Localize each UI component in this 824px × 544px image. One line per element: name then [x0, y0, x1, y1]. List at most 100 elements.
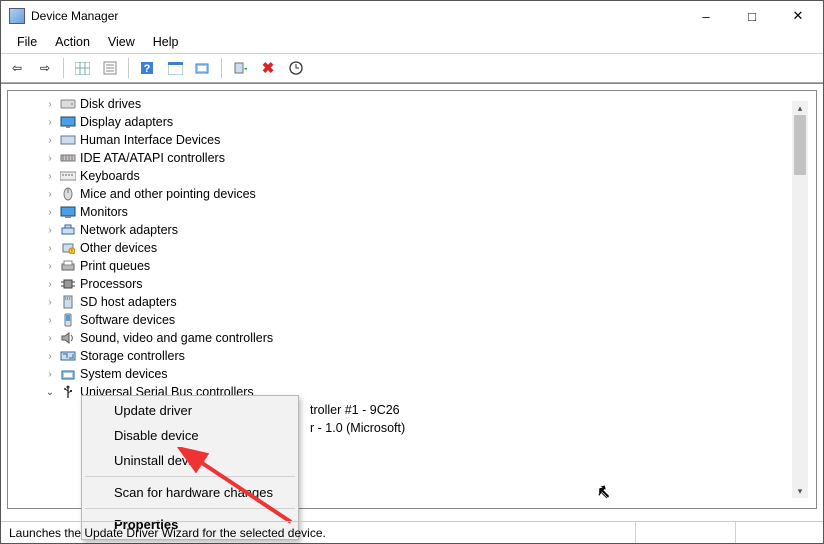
hid-icon	[60, 133, 76, 147]
caret-right-icon[interactable]: ›	[44, 261, 56, 272]
action-button[interactable]	[163, 56, 187, 80]
tree-node[interactable]: ›Disk drives	[10, 95, 814, 113]
sound-icon	[60, 331, 76, 345]
status-cell	[735, 522, 815, 543]
menu-help[interactable]: Help	[145, 33, 187, 51]
uninstall-button[interactable]: ✖	[256, 56, 280, 80]
caret-right-icon[interactable]: ›	[44, 99, 56, 110]
forward-icon: ⇨	[40, 61, 50, 75]
tree-node-label: Processors	[80, 277, 143, 291]
sd-icon	[60, 295, 76, 309]
vertical-scrollbar[interactable]: ▴ ▾	[792, 101, 808, 498]
status-text: Launches the Update Driver Wizard for th…	[9, 526, 326, 540]
tree-node-label: Mice and other pointing devices	[80, 187, 256, 201]
tree-node[interactable]: ›Keyboards	[10, 167, 814, 185]
menu-action[interactable]: Action	[47, 33, 98, 51]
ide-icon	[60, 151, 76, 165]
tree-node[interactable]: › Processors	[10, 275, 814, 293]
tree-node[interactable]: › Mice and other pointing devices	[10, 185, 814, 203]
disk-icon	[60, 97, 76, 111]
properties-icon	[103, 61, 117, 75]
menu-view[interactable]: View	[100, 33, 143, 51]
menu-file[interactable]: File	[9, 33, 45, 51]
cpu-icon	[60, 277, 76, 291]
tree-node-label: Storage controllers	[80, 349, 185, 363]
network-icon	[60, 223, 76, 237]
forward-button[interactable]: ⇨	[33, 56, 57, 80]
caret-right-icon[interactable]: ›	[44, 189, 56, 200]
tree-node[interactable]: › Display adapters	[10, 113, 814, 131]
ctx-uninstall-device[interactable]: Uninstall device	[84, 448, 296, 473]
scroll-up-icon[interactable]: ▴	[792, 101, 808, 115]
window-title: Device Manager	[31, 9, 683, 23]
tree-child-label: r - 1.0 (Microsoft)	[310, 421, 405, 435]
tree-node[interactable]: › Storage controllers	[10, 347, 814, 365]
tree-node-label: Other devices	[80, 241, 157, 255]
scroll-down-icon[interactable]: ▾	[792, 484, 808, 498]
caret-right-icon[interactable]: ›	[44, 171, 56, 182]
back-icon: ⇦	[12, 61, 22, 75]
caret-down-icon[interactable]: ⌄	[44, 387, 56, 398]
statusbar: Launches the Update Driver Wizard for th…	[1, 521, 823, 543]
usb-icon	[60, 385, 76, 399]
properties-button[interactable]	[98, 56, 122, 80]
tree-node[interactable]: › IDE ATA/ATAPI controllers	[10, 149, 814, 167]
caret-right-icon[interactable]: ›	[44, 207, 56, 218]
update-button[interactable]	[284, 56, 308, 80]
caret-right-icon[interactable]: ›	[44, 225, 56, 236]
tree-node-label: Monitors	[80, 205, 128, 219]
ctx-disable-device[interactable]: Disable device	[84, 423, 296, 448]
caret-right-icon[interactable]: ›	[44, 369, 56, 380]
caret-right-icon[interactable]: ›	[44, 297, 56, 308]
grid2-icon	[168, 62, 183, 75]
context-menu: Update driver Disable device Uninstall d…	[81, 395, 299, 540]
close-button[interactable]: ✕	[775, 1, 821, 31]
caret-right-icon[interactable]: ›	[44, 279, 56, 290]
toolbar: ⇦ ⇨ ? + ✖	[1, 53, 823, 83]
software-icon	[60, 313, 76, 327]
tree-node-label: Display adapters	[80, 115, 173, 129]
scroll-thumb[interactable]	[794, 115, 806, 175]
caret-right-icon[interactable]: ›	[44, 333, 56, 344]
caret-right-icon[interactable]: ›	[44, 153, 56, 164]
tree-node-label: Software devices	[80, 313, 175, 327]
tree-node-label: System devices	[80, 367, 168, 381]
menubar: File Action View Help	[1, 31, 823, 53]
add-icon: +	[233, 61, 247, 75]
tree-node-label: Network adapters	[80, 223, 178, 237]
ctx-update-driver[interactable]: Update driver	[84, 398, 296, 423]
device-tree[interactable]: ›Disk drives›Display adapters›Human Inte…	[8, 91, 816, 441]
tree-node[interactable]: › Network adapters	[10, 221, 814, 239]
titlebar: Device Manager – □ ✕	[1, 1, 823, 31]
help-button[interactable]: ?	[135, 56, 159, 80]
minimize-button[interactable]: –	[683, 1, 729, 31]
tree-node[interactable]: › System devices	[10, 365, 814, 383]
caret-right-icon[interactable]: ›	[44, 315, 56, 326]
other-icon: !	[60, 241, 76, 255]
svg-text:?: ?	[144, 63, 151, 75]
tree-node[interactable]: › SD host adapters	[10, 293, 814, 311]
tree-node[interactable]: ›! Other devices	[10, 239, 814, 257]
show-hidden-button[interactable]	[70, 56, 94, 80]
tree-node[interactable]: › Monitors	[10, 203, 814, 221]
tree-node[interactable]: ›Print queues	[10, 257, 814, 275]
tree-node[interactable]: › Human Interface Devices	[10, 131, 814, 149]
maximize-button[interactable]: □	[729, 1, 775, 31]
tree-node-label: Sound, video and game controllers	[80, 331, 273, 345]
tree-node[interactable]: › Sound, video and game controllers	[10, 329, 814, 347]
tree-node-label: IDE ATA/ATAPI controllers	[80, 151, 225, 165]
tree-node-label: SD host adapters	[80, 295, 177, 309]
back-button[interactable]: ⇦	[5, 56, 29, 80]
ctx-scan-hardware[interactable]: Scan for hardware changes	[84, 480, 296, 505]
caret-right-icon[interactable]: ›	[44, 117, 56, 128]
add-legacy-button[interactable]: +	[228, 56, 252, 80]
caret-right-icon[interactable]: ›	[44, 135, 56, 146]
tree-node[interactable]: › Software devices	[10, 311, 814, 329]
caret-right-icon[interactable]: ›	[44, 243, 56, 254]
scan-button[interactable]	[191, 56, 215, 80]
tree-child-label: troller #1 - 9C26	[310, 403, 400, 417]
tree-node-label: Human Interface Devices	[80, 133, 220, 147]
caret-right-icon[interactable]: ›	[44, 351, 56, 362]
ctx-separator	[85, 508, 295, 509]
svg-text:!: !	[71, 249, 72, 254]
